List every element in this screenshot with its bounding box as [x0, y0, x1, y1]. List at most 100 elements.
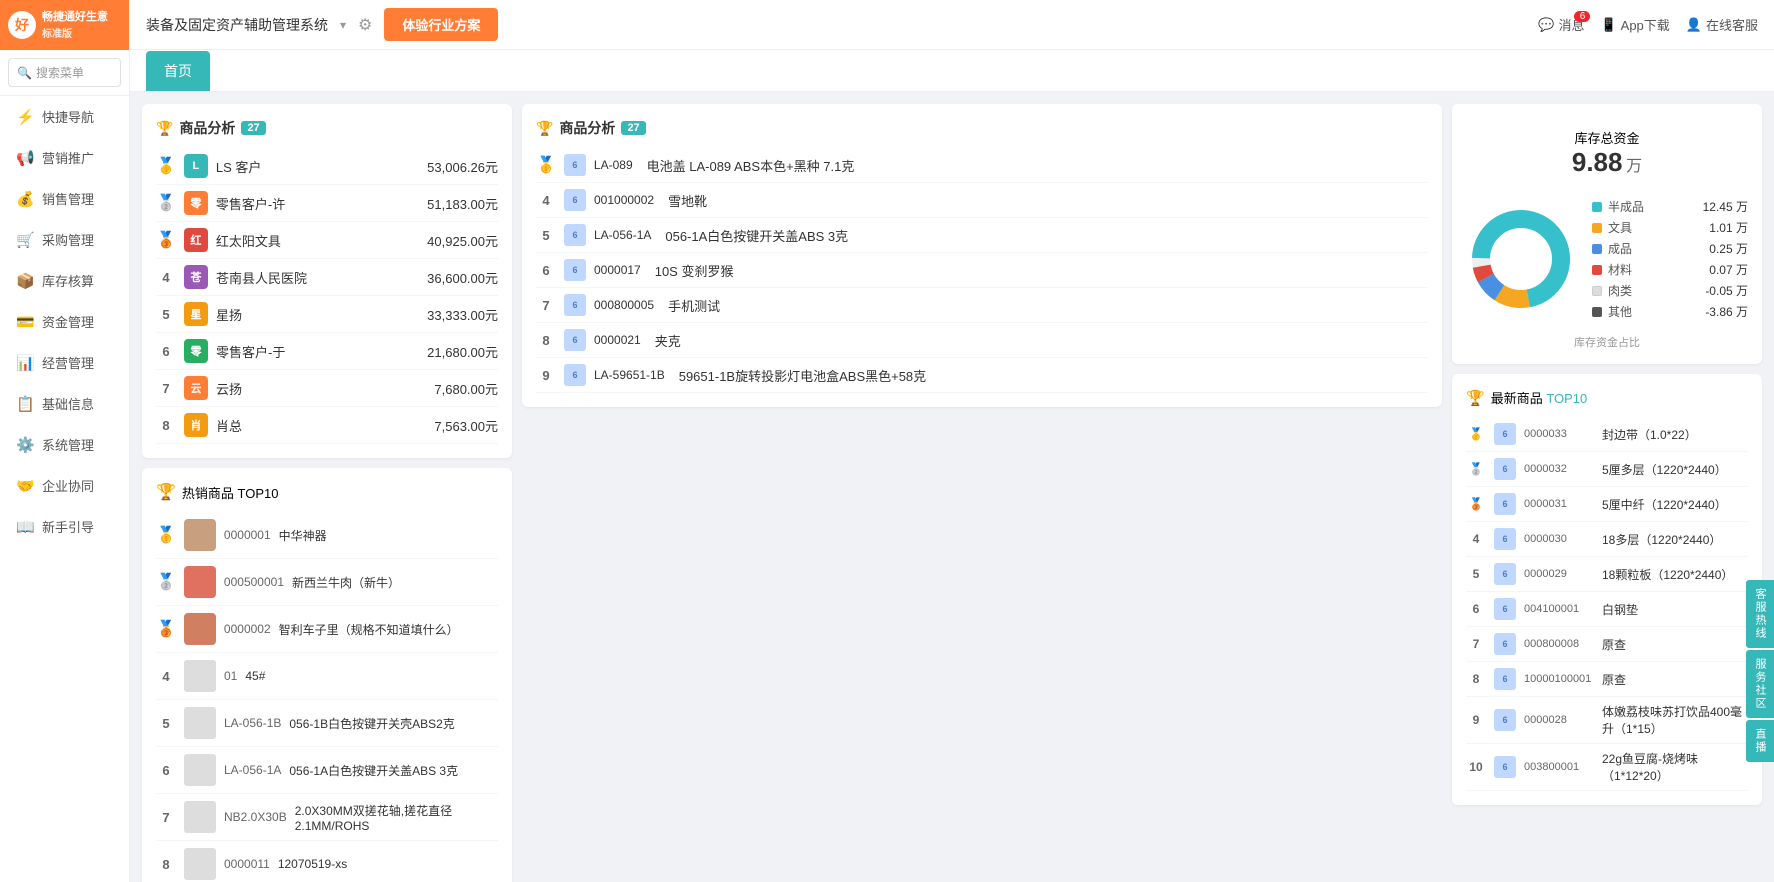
sidebar-item-shortcuts[interactable]: ⚡ 快捷导航: [0, 96, 129, 137]
list-item: 🥈 000500001 新西兰牛肉（新牛）: [156, 559, 498, 606]
product-name: 10S 变刹罗猴: [655, 261, 1428, 280]
product-name: 5厘多层（1220*2440）: [1602, 461, 1748, 478]
sidebar-item-label: 采购管理: [42, 230, 94, 249]
phone-icon: 📱: [1600, 17, 1616, 33]
legend-dot: [1592, 307, 1602, 317]
list-item: 7 NB2.0X30B 2.0X30MM双搓花轴,搓花直径2.1MM/ROHS: [156, 794, 498, 841]
table-row: 6 零 零售客户-于 21,680.00元: [156, 333, 498, 370]
avatar: 肖: [184, 413, 208, 437]
latest-products-title: 🏆 最新商品 TOP10: [1466, 388, 1748, 407]
rank-number: 🥇: [1466, 427, 1486, 441]
list-item: 8 0000011 12070519-xs: [156, 841, 498, 882]
product-name: 中华神器: [279, 527, 498, 544]
legend-dot: [1592, 223, 1602, 233]
latest-products-card: 🏆 最新商品 TOP10 🥇 6 0000033 封边带（1.0*22） 🥈 6…: [1452, 374, 1762, 805]
sidebar-search-button[interactable]: 🔍 搜索菜单: [8, 58, 121, 87]
settings-icon[interactable]: ⚙: [358, 15, 372, 35]
app-download[interactable]: 📱 App下载: [1600, 15, 1669, 34]
product-code: 01: [224, 669, 237, 683]
rank-number: 5: [1466, 567, 1486, 581]
table-row: 🥈 零 零售客户-许 51,183.00元: [156, 185, 498, 222]
medal-silver-icon: 🥈: [156, 193, 176, 213]
sidebar-item-enterprise[interactable]: 🤝 企业协同: [0, 465, 129, 506]
customer-name: LS 客户: [216, 157, 419, 176]
list-item: 🥈 6 0000032 5厘多层（1220*2440）: [1466, 452, 1748, 487]
product-image-placeholder: 6: [564, 189, 586, 211]
product-name: 封边带（1.0*22）: [1602, 426, 1748, 443]
product-code: LA-056-1A: [594, 228, 651, 242]
trial-button[interactable]: 体验行业方案: [384, 8, 498, 41]
legend-name: 半成品: [1608, 198, 1682, 215]
list-item: 4 01 45#: [156, 653, 498, 700]
product-code: 0000032: [1524, 463, 1594, 475]
sidebar-item-base-info[interactable]: 📋 基础信息: [0, 383, 129, 424]
product-image-placeholder: 6: [564, 154, 586, 176]
sidebar-item-sales[interactable]: 💰 销售管理: [0, 178, 129, 219]
hot-products-list: 🥇 0000001 中华神器 🥈 000500001 新西兰牛肉（新牛） 🥉: [156, 512, 498, 882]
sidebar-item-label: 营销推广: [42, 148, 94, 167]
legend-value: -0.05 万: [1688, 282, 1748, 299]
message-badge[interactable]: 💬 消息 6: [1538, 15, 1584, 34]
inventory-icon: 📦: [16, 272, 34, 290]
list-item: 6 LA-056-1A 056-1A白色按键开关盖ABS 3克: [156, 747, 498, 794]
avatar: 云: [184, 376, 208, 400]
customer-ranking-title: 🏆 商品分析 27: [156, 118, 498, 138]
logo-text: 畅捷通好生意: [42, 10, 108, 24]
online-service[interactable]: 👤 在线客服: [1686, 15, 1758, 34]
sidebar-item-marketing[interactable]: 📢 营销推广: [0, 137, 129, 178]
marketing-icon: 📢: [16, 149, 34, 167]
table-row: 🥇 6 LA-089 电池盖 LA-089 ABS本色+黑种 7.1克: [536, 148, 1428, 183]
product-code: 0000021: [594, 333, 641, 347]
customer-ranking-card: 🏆 商品分析 27 🥇 L LS 客户 53,006.26元 🥈: [142, 104, 512, 458]
legend-name: 其他: [1608, 303, 1682, 320]
sidebar-item-label: 快捷导航: [42, 107, 94, 126]
sidebar-item-system[interactable]: ⚙️ 系统管理: [0, 424, 129, 465]
product-image-placeholder: 6: [1494, 528, 1516, 550]
legend-value: 0.07 万: [1688, 261, 1748, 278]
product-image-placeholder: [184, 660, 216, 692]
rank-number: 5: [156, 307, 176, 322]
sidebar-item-guide[interactable]: 📖 新手引导: [0, 506, 129, 547]
legend-value: 1.01 万: [1688, 219, 1748, 236]
float-service-live[interactable]: 直播: [1746, 720, 1774, 762]
product-code: 004100001: [1524, 603, 1594, 615]
tab-home[interactable]: 首页: [146, 51, 210, 91]
dropdown-arrow-icon[interactable]: ▾: [340, 18, 346, 32]
float-service-community[interactable]: 服务社区: [1746, 650, 1774, 718]
list-item: 5 6 0000029 18颗粒板（1220*2440）: [1466, 557, 1748, 592]
product-image-placeholder: 6: [1494, 493, 1516, 515]
product-image-placeholder: [184, 801, 216, 833]
trophy-icon: 🏆: [156, 120, 173, 137]
product-code: 0000002: [224, 622, 271, 636]
table-row: 8 6 0000021 夹克: [536, 323, 1428, 358]
customer-name: 苍南县人民医院: [216, 268, 419, 287]
table-row: 🥇 L LS 客户 53,006.26元: [156, 148, 498, 185]
product-name: 雪地靴: [668, 191, 1428, 210]
rank-number: 6: [536, 263, 556, 278]
avatar: 零: [184, 191, 208, 215]
product-name: 新西兰牛肉（新牛）: [292, 574, 498, 591]
table-row: 8 肖 肖总 7,563.00元: [156, 407, 498, 444]
content-area: 🏆 商品分析 27 🥇 L LS 客户 53,006.26元 🥈: [130, 92, 1774, 882]
product-image: [184, 566, 216, 598]
product-image-placeholder: 6: [1494, 633, 1516, 655]
rank-number: 10: [1466, 760, 1486, 774]
inventory-value: 9.88: [1572, 147, 1623, 177]
sales-icon: 💰: [16, 190, 34, 208]
product-name: 056-1B白色按键开关壳ABS2克: [289, 715, 498, 732]
product-name: 22g鱼豆腐-烧烤味（1*12*20）: [1602, 750, 1748, 784]
product-image-placeholder: 6: [1494, 458, 1516, 480]
sidebar-item-purchase[interactable]: 🛒 采购管理: [0, 219, 129, 260]
legend-name: 成品: [1608, 240, 1682, 257]
topbar: 装备及固定资产辅助管理系统 ▾ ⚙ 体验行业方案 💬 消息 6 📱 App下载 …: [130, 0, 1774, 50]
rank-number: 7: [536, 298, 556, 313]
sidebar-item-finance[interactable]: 💳 资金管理: [0, 301, 129, 342]
legend-value: 12.45 万: [1688, 198, 1748, 215]
sidebar-item-operations[interactable]: 📊 经营管理: [0, 342, 129, 383]
product-name: 夹克: [655, 331, 1428, 350]
sidebar-item-inventory[interactable]: 📦 库存核算: [0, 260, 129, 301]
customer-name: 零售客户-于: [216, 342, 419, 361]
product-code: 0000030: [1524, 533, 1594, 545]
float-service-hotline[interactable]: 客服热线: [1746, 580, 1774, 648]
sidebar-item-label: 经营管理: [42, 353, 94, 372]
